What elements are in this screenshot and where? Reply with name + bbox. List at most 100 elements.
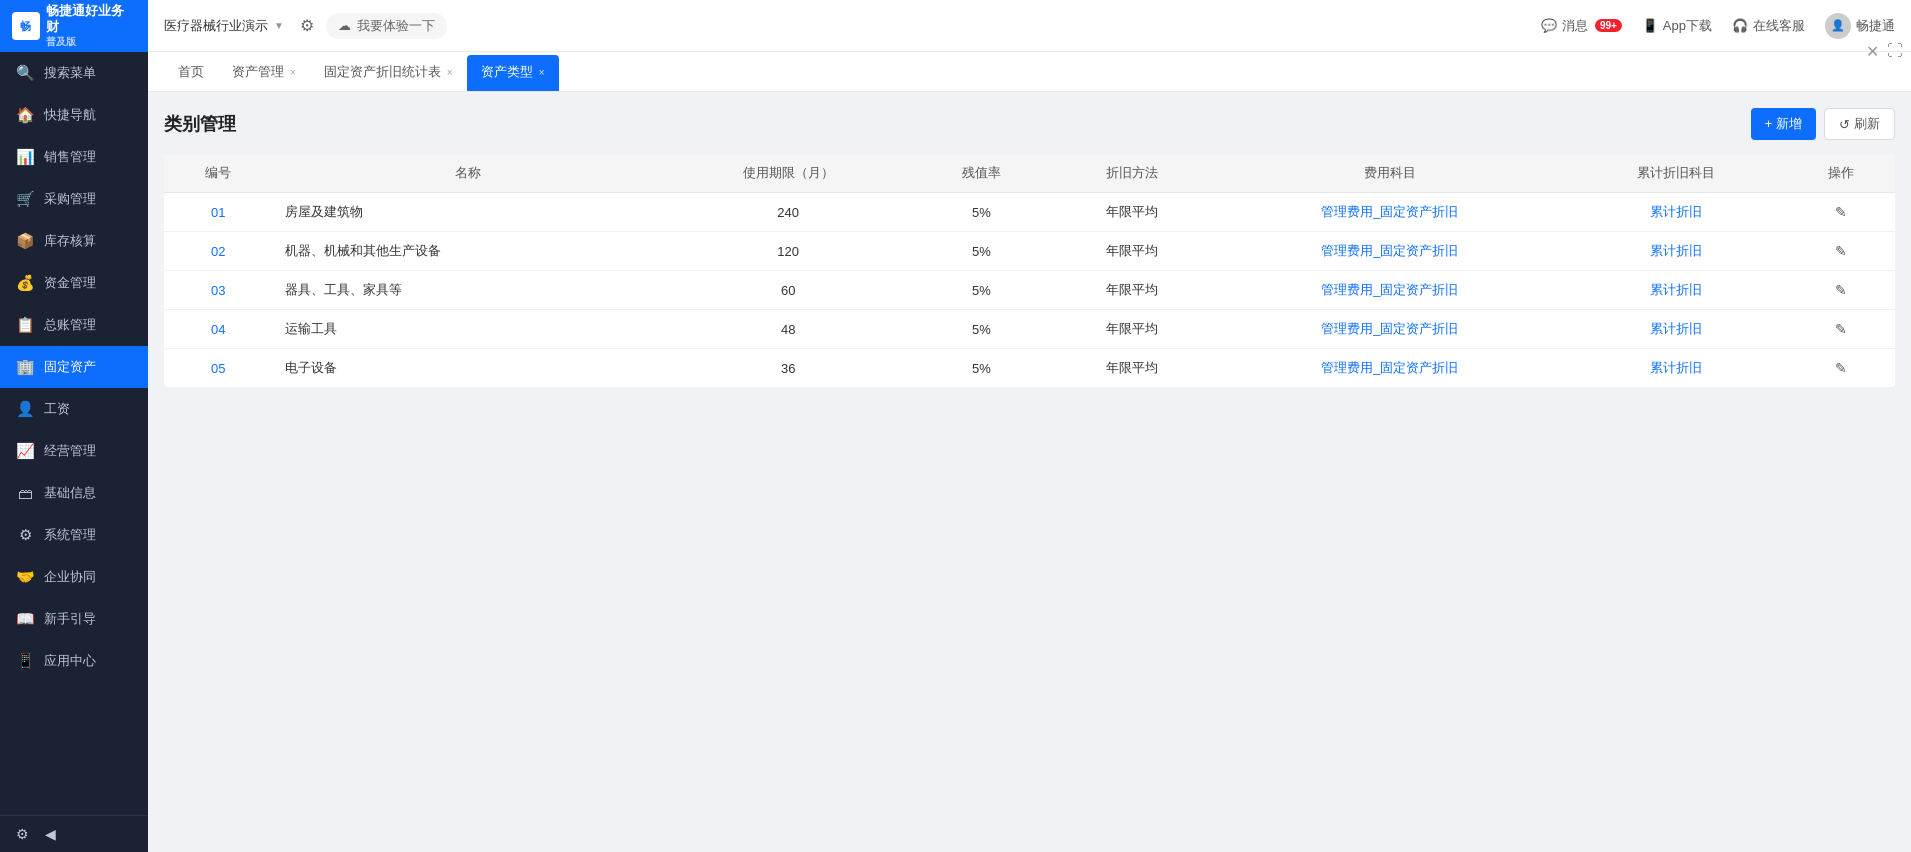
refresh-icon: ↺ (1839, 117, 1850, 132)
sidebar-collapse-icon[interactable]: ◀ (45, 826, 56, 842)
quick-nav-icon: 🏠 (16, 106, 34, 124)
col-header: 费用科目 (1215, 154, 1565, 193)
customer-service-button[interactable]: 🎧 在线客服 (1732, 17, 1805, 35)
tab-close-fixed-asset-depreciation[interactable]: × (447, 67, 453, 78)
row-period: 120 (663, 232, 913, 271)
row-accum-account: 累计折旧 (1565, 193, 1786, 232)
row-name: 器具、工具、家具等 (273, 271, 664, 310)
sidebar-item-label-ledger: 总账管理 (44, 316, 96, 334)
inventory-icon: 📦 (16, 232, 34, 250)
experience-button[interactable]: ☁ 我要体验一下 (326, 13, 447, 39)
sidebar: 畅 畅捷通好业务财 普及版 🔍 搜索菜单 🏠 快捷导航 📊 销售管理 🛒 采购管… (0, 0, 148, 852)
capital-icon: 💰 (16, 274, 34, 292)
ledger-icon: 📋 (16, 316, 34, 334)
col-header: 累计折旧科目 (1565, 154, 1786, 193)
sidebar-item-operations[interactable]: 📈 经营管理 (0, 430, 148, 472)
edit-icon[interactable]: ✎ (1835, 243, 1847, 259)
row-name: 电子设备 (273, 349, 664, 388)
row-action[interactable]: ✎ (1786, 349, 1895, 388)
content-area: 类别管理 + 新增 ↺ 刷新 编号名称使用期限（月）残值率折旧方法费用科目累计折… (148, 92, 1911, 852)
sidebar-item-app-center[interactable]: 📱 应用中心 (0, 640, 148, 682)
sidebar-item-collab[interactable]: 🤝 企业协同 (0, 556, 148, 598)
user-profile-button[interactable]: 👤 畅捷通 (1825, 13, 1895, 39)
cloud-icon: ☁ (338, 18, 351, 33)
row-residual-rate: 5% (913, 193, 1050, 232)
tab-label-asset-mgmt: 资产管理 (232, 63, 284, 81)
maximize-window-button[interactable]: ⛶ (1887, 42, 1903, 61)
app-download-button[interactable]: 📱 App下载 (1642, 17, 1712, 35)
table-row: 03 器具、工具、家具等 60 5% 年限平均 管理费用_固定资产折旧 累计折旧… (164, 271, 1895, 310)
sidebar-item-fixed-asset[interactable]: 🏢 固定资产 (0, 346, 148, 388)
app-center-icon: 📱 (16, 652, 34, 670)
row-residual-rate: 5% (913, 271, 1050, 310)
edit-icon[interactable]: ✎ (1835, 204, 1847, 220)
topbar-right: 💬 消息 99+ 📱 App下载 🎧 在线客服 👤 畅捷通 (1541, 13, 1895, 39)
new-button[interactable]: + 新增 (1751, 108, 1816, 140)
row-residual-rate: 5% (913, 232, 1050, 271)
sidebar-item-label-basic-info: 基础信息 (44, 484, 96, 502)
sidebar-item-label-app-center: 应用中心 (44, 652, 96, 670)
sidebar-settings-icon[interactable]: ⚙ (16, 826, 29, 842)
sidebar-item-sales[interactable]: 📊 销售管理 (0, 136, 148, 178)
sidebar-item-capital[interactable]: 💰 资金管理 (0, 262, 148, 304)
system-icon: ⚙ (16, 526, 34, 544)
edit-icon[interactable]: ✎ (1835, 282, 1847, 298)
tab-label-asset-type: 资产类型 (481, 63, 533, 81)
sidebar-item-system[interactable]: ⚙ 系统管理 (0, 514, 148, 556)
col-header: 折旧方法 (1050, 154, 1215, 193)
row-accum-account: 累计折旧 (1565, 232, 1786, 271)
sidebar-item-inventory[interactable]: 📦 库存核算 (0, 220, 148, 262)
col-header: 残值率 (913, 154, 1050, 193)
app-edition: 普及版 (46, 35, 136, 49)
refresh-button[interactable]: ↺ 刷新 (1824, 108, 1895, 140)
tab-asset-type[interactable]: 资产类型 × (467, 55, 559, 91)
row-accum-account: 累计折旧 (1565, 271, 1786, 310)
sidebar-item-label-system: 系统管理 (44, 526, 96, 544)
row-residual-rate: 5% (913, 310, 1050, 349)
row-action[interactable]: ✎ (1786, 271, 1895, 310)
row-period: 60 (663, 271, 913, 310)
page-title: 类别管理 (164, 112, 236, 136)
row-expense-account: 管理费用_固定资产折旧 (1215, 310, 1565, 349)
edit-icon[interactable]: ✎ (1835, 321, 1847, 337)
row-residual-rate: 5% (913, 349, 1050, 388)
data-table-container: 编号名称使用期限（月）残值率折旧方法费用科目累计折旧科目操作 01 房屋及建筑物… (164, 154, 1895, 387)
table-row: 01 房屋及建筑物 240 5% 年限平均 管理费用_固定资产折旧 累计折旧 ✎ (164, 193, 1895, 232)
table-header-row: 编号名称使用期限（月）残值率折旧方法费用科目累计折旧科目操作 (164, 154, 1895, 193)
messages-button[interactable]: 💬 消息 99+ (1541, 17, 1622, 35)
workspace-selector[interactable]: 医疗器械行业演示 ▼ (164, 17, 284, 35)
tab-close-asset-mgmt[interactable]: × (290, 67, 296, 78)
sidebar-item-basic-info[interactable]: 🗃 基础信息 (0, 472, 148, 514)
tab-fixed-asset-depreciation[interactable]: 固定资产折旧统计表× (310, 55, 467, 91)
col-header: 操作 (1786, 154, 1895, 193)
table-body: 01 房屋及建筑物 240 5% 年限平均 管理费用_固定资产折旧 累计折旧 ✎… (164, 193, 1895, 388)
row-code: 04 (164, 310, 273, 349)
header-actions: + 新增 ↺ 刷新 (1751, 108, 1895, 140)
row-action[interactable]: ✎ (1786, 310, 1895, 349)
tab-asset-mgmt[interactable]: 资产管理 × (218, 55, 310, 91)
purchase-icon: 🛒 (16, 190, 34, 208)
sidebar-item-payroll[interactable]: 👤 工资 (0, 388, 148, 430)
operations-icon: 📈 (16, 442, 34, 460)
close-window-button[interactable]: ✕ (1866, 42, 1879, 61)
tabbar: 首页资产管理×固定资产折旧统计表×资产类型× (148, 52, 1911, 92)
sidebar-item-guide[interactable]: 📖 新手引导 (0, 598, 148, 640)
main-area: 医疗器械行业演示 ▼ ⚙ ☁ 我要体验一下 💬 消息 99+ 📱 App下载 🎧… (148, 0, 1911, 852)
tab-home[interactable]: 首页 (164, 55, 218, 91)
workspace-settings-icon[interactable]: ⚙ (300, 16, 314, 35)
row-expense-account: 管理费用_固定资产折旧 (1215, 232, 1565, 271)
sidebar-item-quick-nav[interactable]: 🏠 快捷导航 (0, 94, 148, 136)
tab-close-asset-type[interactable]: × (539, 67, 545, 78)
sidebar-item-ledger[interactable]: 📋 总账管理 (0, 304, 148, 346)
row-code: 01 (164, 193, 273, 232)
row-name: 房屋及建筑物 (273, 193, 664, 232)
sidebar-nav: 🔍 搜索菜单 🏠 快捷导航 📊 销售管理 🛒 采购管理 📦 库存核算 💰 资金管… (0, 52, 148, 815)
row-action[interactable]: ✎ (1786, 193, 1895, 232)
guide-icon: 📖 (16, 610, 34, 628)
sidebar-item-label-fixed-asset: 固定资产 (44, 358, 96, 376)
sidebar-item-search[interactable]: 🔍 搜索菜单 (0, 52, 148, 94)
edit-icon[interactable]: ✎ (1835, 360, 1847, 376)
tab-label-home: 首页 (178, 63, 204, 81)
sidebar-item-purchase[interactable]: 🛒 采购管理 (0, 178, 148, 220)
row-action[interactable]: ✎ (1786, 232, 1895, 271)
